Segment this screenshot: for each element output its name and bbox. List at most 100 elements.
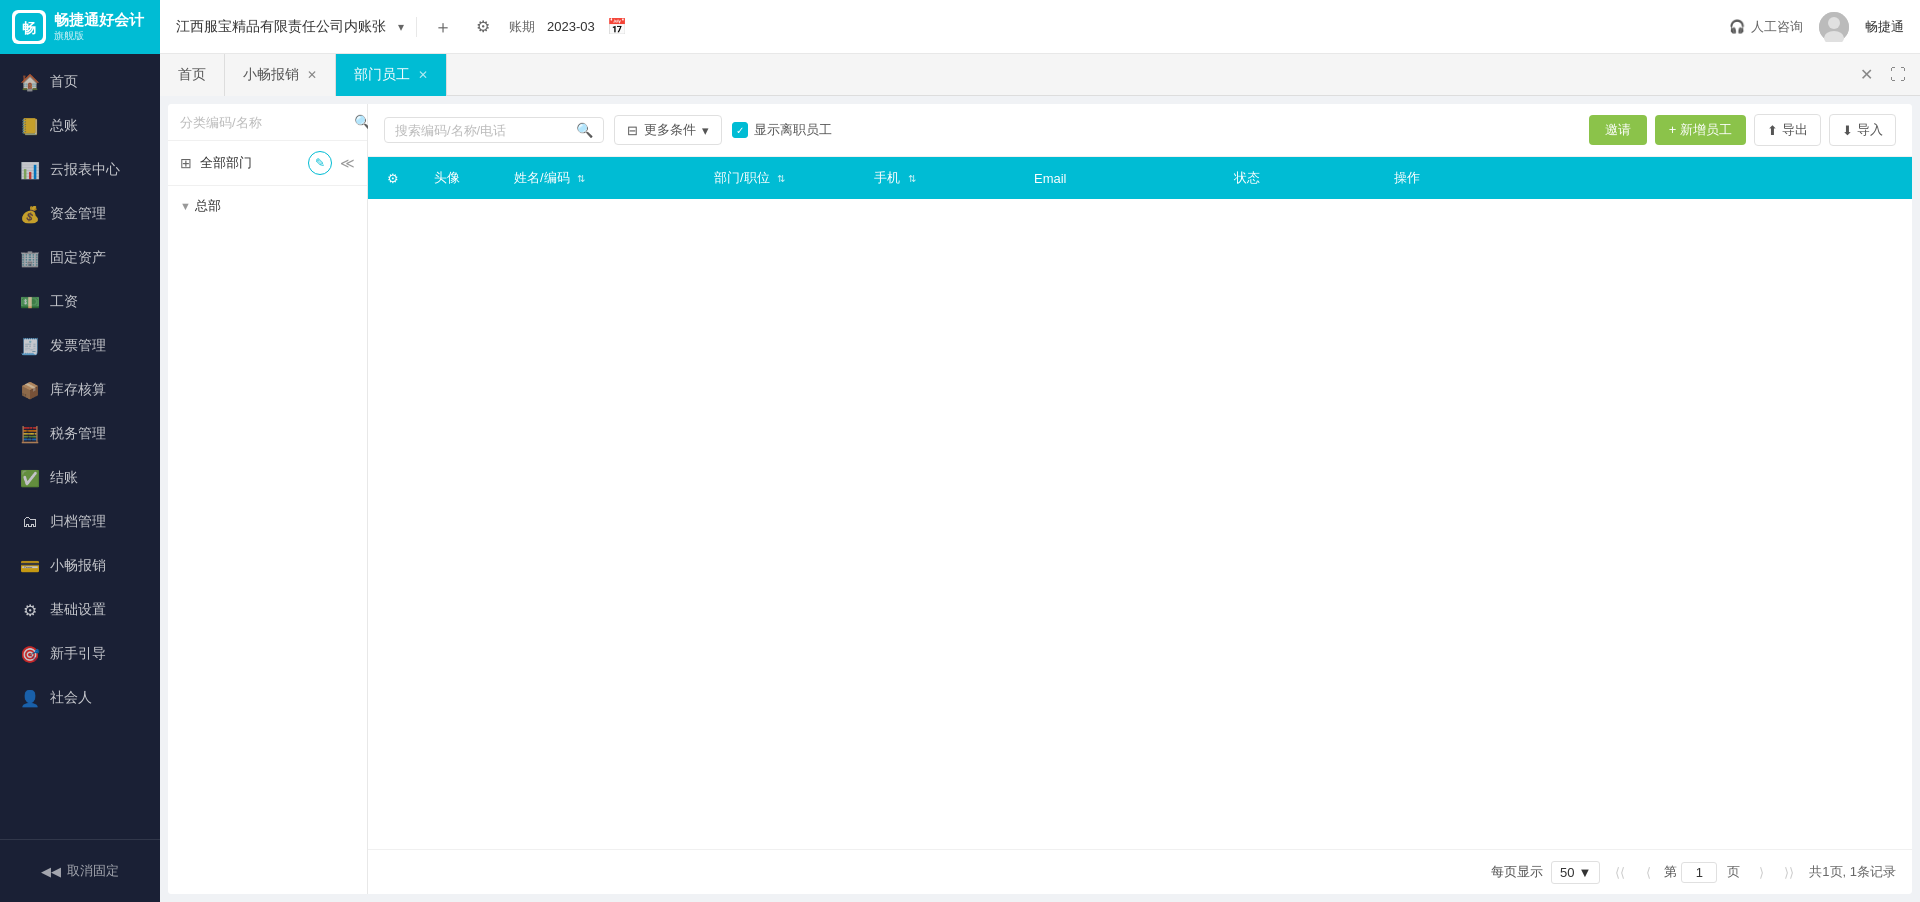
export-label: 导出 (1782, 121, 1808, 139)
dept-header: ⊞ 全部部门 ✎ ≪ (168, 141, 367, 186)
employee-search-icon[interactable]: 🔍 (576, 122, 593, 138)
logo-title: 畅捷通好会计 (54, 11, 144, 29)
col-phone[interactable]: 手机 ⇅ (858, 157, 1018, 199)
nav-icon-inventory: 📦 (20, 380, 40, 400)
add-account-button[interactable]: ＋ (429, 13, 457, 41)
tab-label-home-tab: 首页 (178, 66, 206, 84)
per-page-select[interactable]: 50 ▼ (1551, 861, 1600, 884)
col-status: 状态 (1218, 157, 1378, 199)
nav-label-general-ledger: 总账 (50, 117, 78, 135)
tab-close-expense-tab[interactable]: ✕ (307, 68, 317, 82)
nav-icon-home: 🏠 (20, 72, 40, 92)
per-page-value: 50 (1560, 865, 1574, 880)
user-avatar[interactable] (1819, 12, 1849, 42)
tab-label-expense-tab: 小畅报销 (243, 66, 299, 84)
table-header: ⚙ 头像 姓名/编码 ⇅ 部门/职位 ⇅ 手机 ⇅ Email 状态 操作 (368, 157, 1912, 199)
current-page-input[interactable] (1681, 862, 1717, 883)
sidebar-item-checkout[interactable]: ✅结账 (0, 456, 160, 500)
nav-label-xiaochang-expense: 小畅报销 (50, 557, 106, 575)
sidebar-footer: ◀◀ 取消固定 (0, 839, 160, 902)
col-dept-position[interactable]: 部门/职位 ⇅ (698, 157, 858, 199)
topbar-divider (416, 17, 417, 37)
last-page-button[interactable]: ⟩⟩ (1777, 860, 1801, 884)
tab-close-dept-employee-tab[interactable]: ✕ (418, 68, 428, 82)
sidebar-item-basic-settings[interactable]: ⚙基础设置 (0, 588, 160, 632)
sidebar-item-inventory[interactable]: 📦 库存核算 (0, 368, 160, 412)
sidebar-logo: 畅 畅捷通好会计 旗舰版 (0, 0, 160, 54)
show-resigned-checkbox[interactable]: ✓ (732, 122, 748, 138)
tab-label-dept-employee-tab: 部门员工 (354, 66, 410, 84)
dept-search-area: 🔍 (168, 104, 367, 141)
all-dept-label: 全部部门 (200, 154, 300, 172)
period-value: 2023-03 (547, 19, 595, 34)
sidebar-item-general-ledger[interactable]: 📒 总账 (0, 104, 160, 148)
nav-label-fixed-assets: 固定资产 (50, 249, 106, 267)
tab-home-tab[interactable]: 首页 (160, 54, 225, 96)
settings-button[interactable]: ⚙ (469, 13, 497, 41)
sidebar-item-archive-mgmt[interactable]: 🗂 归档管理 (0, 500, 160, 544)
sidebar-item-fund-mgmt[interactable]: 💰资金管理 (0, 192, 160, 236)
cancel-fixed-label: 取消固定 (67, 862, 119, 880)
nav-icon-general-ledger: 📒 (20, 116, 40, 136)
logo-icon: 畅 (12, 10, 46, 44)
sort-name-icon: ⇅ (577, 173, 585, 184)
sidebar-item-new-guide[interactable]: 🎯新手引导 (0, 632, 160, 676)
nav-label-basic-settings: 基础设置 (50, 601, 106, 619)
col-name-code[interactable]: 姓名/编码 ⇅ (498, 157, 698, 199)
logo-subtitle: 旗舰版 (54, 29, 144, 43)
nav-icon-archive-mgmt: 🗂 (20, 512, 40, 532)
close-tab-button[interactable]: ✕ (1852, 61, 1880, 89)
expand-tab-button[interactable]: ⛶ (1884, 61, 1912, 89)
customer-service-button[interactable]: 🎧 人工咨询 (1729, 18, 1803, 36)
main-area: 江西服宝精品有限责任公司内账张 ▾ ＋ ⚙ 账期 2023-03 📅 🎧 人工咨… (160, 0, 1920, 902)
tabbar-actions: ✕ ⛶ (1852, 61, 1920, 89)
dept-collapse-button[interactable]: ≪ (340, 155, 355, 171)
first-page-button[interactable]: ⟨⟨ (1608, 860, 1632, 884)
employee-search-input[interactable] (395, 123, 570, 138)
import-button[interactable]: ⬇ 导入 (1829, 114, 1896, 146)
nav-label-salary: 工资 (50, 293, 78, 311)
employee-table: ⚙ 头像 姓名/编码 ⇅ 部门/职位 ⇅ 手机 ⇅ Email 状态 操作 (368, 157, 1912, 199)
col-settings[interactable]: ⚙ (368, 157, 418, 199)
sidebar-item-add-on[interactable]: 👤社会人 (0, 676, 160, 720)
sidebar-item-invoice-mgmt[interactable]: 🧾发票管理 (0, 324, 160, 368)
sidebar-item-salary[interactable]: 💵工资 (0, 280, 160, 324)
tabbar: 首页 小畅报销 ✕ 部门员工 ✕ ✕ ⛶ (160, 54, 1920, 96)
show-resigned-toggle[interactable]: ✓ 显示离职员工 (732, 121, 832, 139)
sidebar-item-report-center[interactable]: 📊云报表中心 (0, 148, 160, 192)
sidebar-nav: 🏠 首页 📒 总账 📊云报表中心💰资金管理🏢固定资产💵工资🧾发票管理 📦 库存核算 🧮税务管理… (0, 54, 160, 839)
invite-button[interactable]: 邀请 (1589, 115, 1647, 145)
next-page-button[interactable]: ⟩ (1749, 860, 1773, 884)
dept-edit-button[interactable]: ✎ (308, 151, 332, 175)
sidebar-item-home[interactable]: 🏠 首页 (0, 60, 160, 104)
nav-icon-checkout: ✅ (20, 468, 40, 488)
topbar: 江西服宝精品有限责任公司内账张 ▾ ＋ ⚙ 账期 2023-03 📅 🎧 人工咨… (160, 0, 1920, 54)
tab-expense-tab[interactable]: 小畅报销 ✕ (225, 54, 336, 96)
dept-tree-root[interactable]: ▼总部 (168, 190, 367, 222)
col-email: Email (1018, 157, 1218, 199)
sidebar-item-xiaochang-expense[interactable]: 💳小畅报销 (0, 544, 160, 588)
toolbar-right: 邀请 + 新增员工 ⬆ 导出 ⬇ 导入 (1589, 114, 1896, 146)
nav-label-inventory: 库存核算 (50, 381, 106, 399)
page-word-prefix: 第 (1664, 863, 1677, 881)
export-button[interactable]: ⬆ 导出 (1754, 114, 1821, 146)
company-dropdown-button[interactable]: ▾ (398, 20, 404, 34)
cancel-fixed-button[interactable]: ◀◀ 取消固定 (0, 852, 160, 890)
grid-icon: ⊞ (180, 155, 192, 171)
prev-page-button[interactable]: ⟨ (1636, 860, 1660, 884)
nav-label-home: 首页 (50, 73, 78, 91)
nav-label-archive-mgmt: 归档管理 (50, 513, 106, 531)
arrow-left-icon: ◀◀ (41, 864, 61, 879)
tab-dept-employee-tab[interactable]: 部门员工 ✕ (336, 54, 447, 96)
calendar-icon[interactable]: 📅 (607, 17, 627, 36)
pagination: 每页显示 50 ▼ ⟨⟨ ⟨ 第 页 ⟩ ⟩⟩ 共1页, 1条记录 (368, 849, 1912, 894)
sidebar-item-fixed-assets[interactable]: 🏢固定资产 (0, 236, 160, 280)
import-label: 导入 (1857, 121, 1883, 139)
headset-icon: 🎧 (1729, 19, 1745, 34)
per-page-dropdown-icon: ▼ (1578, 865, 1591, 880)
more-filter-button[interactable]: ⊟ 更多条件 ▾ (614, 115, 722, 145)
add-employee-button[interactable]: + 新增员工 (1655, 115, 1746, 145)
page-word: 页 (1721, 860, 1745, 884)
dept-search-input[interactable] (180, 115, 348, 130)
sidebar-item-tax-mgmt[interactable]: 🧮税务管理 (0, 412, 160, 456)
